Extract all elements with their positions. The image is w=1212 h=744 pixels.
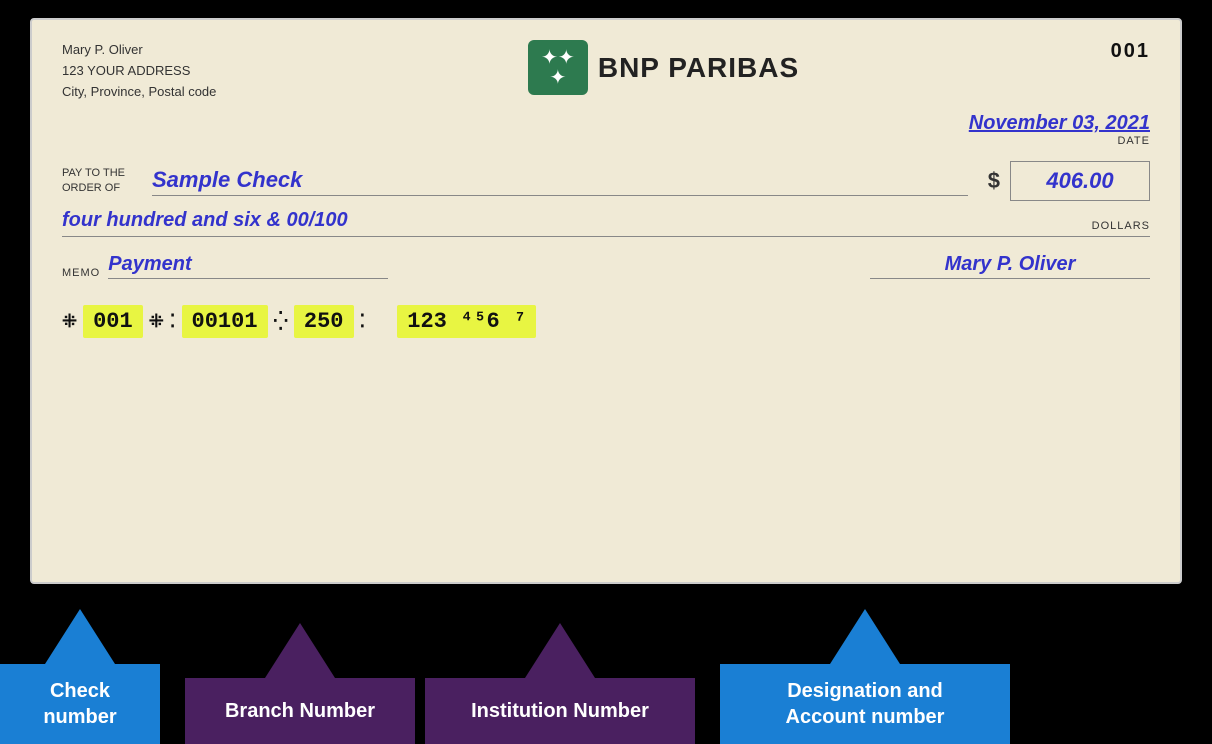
micr-branch: 00101: [182, 305, 268, 338]
amount-words: four hundred and six & 00/100: [62, 209, 348, 232]
bank-logo: ✦✦✦ BNP PARIBAS: [528, 40, 799, 95]
check-number-label: Check number: [0, 664, 160, 744]
pay-to-row: PAY TO THEORDER OF Sample Check $ 406.00: [62, 161, 1150, 201]
bnp-logo-box: ✦✦✦: [528, 40, 588, 95]
check-address2: City, Province, Postal code: [62, 82, 216, 103]
bank-name: BNP PARIBAS: [598, 52, 799, 84]
check-name: Mary P. Oliver: [62, 40, 216, 61]
date-label: DATE: [62, 135, 1150, 147]
pay-to-label: PAY TO THEORDER OF: [62, 166, 142, 197]
micr-institution: 250: [294, 305, 354, 338]
memo-signature-row: MEMO Payment Mary P. Oliver: [62, 253, 1150, 279]
check-number-arrow-icon: [45, 609, 115, 664]
amount-numeric: 406.00: [1046, 168, 1113, 193]
signature-line: Mary P. Oliver: [870, 253, 1150, 279]
memo-left: MEMO Payment: [62, 253, 388, 279]
check-paper: Mary P. Oliver 123 YOUR ADDRESS City, Pr…: [30, 18, 1182, 584]
bnp-stars-icon: ✦✦✦: [541, 48, 575, 88]
memo-line: Payment: [108, 253, 388, 279]
designation-account-column: Designation and Account number: [720, 584, 1010, 744]
micr-start-symbol: ⁜: [62, 311, 77, 333]
dollars-label: DOLLARS: [1092, 220, 1150, 232]
institution-number-column: Institution Number: [425, 584, 695, 744]
designation-account-arrow-icon: [830, 609, 900, 664]
institution-number-label: Institution Number: [425, 678, 695, 744]
payee-name: Sample Check: [152, 167, 302, 192]
date-value: November 03, 2021: [62, 112, 1150, 135]
designation-account-label: Designation and Account number: [720, 664, 1010, 744]
institution-number-arrow-icon: [525, 623, 595, 678]
memo-value: Payment: [108, 253, 191, 275]
check-address1: 123 YOUR ADDRESS: [62, 61, 216, 82]
amount-words-row: four hundred and six & 00/100 DOLLARS: [62, 209, 1150, 237]
check-number-display: 001: [1111, 40, 1150, 63]
branch-number-label: Branch Number: [185, 678, 415, 744]
date-section: November 03, 2021 DATE: [62, 112, 1150, 147]
micr-sep1: ⁜: [149, 311, 164, 333]
amount-box: 406.00: [1010, 161, 1150, 201]
memo-label: MEMO: [62, 267, 100, 279]
branch-number-arrow-icon: [265, 623, 335, 678]
micr-row: ⁜ 001 ⁜ ⁚ 00101 ⁛ 250 ⁚ 123 ⁴⁵6 ⁷: [62, 299, 1150, 344]
payee-line: Sample Check: [152, 167, 968, 196]
bottom-labels-section: Check number Branch Number Institution N…: [0, 584, 1212, 744]
branch-number-column: Branch Number: [185, 584, 415, 744]
check-top-row: Mary P. Oliver 123 YOUR ADDRESS City, Pr…: [62, 40, 1150, 102]
micr-sep2: ⁚: [170, 311, 176, 333]
check-name-address: Mary P. Oliver 123 YOUR ADDRESS City, Pr…: [62, 40, 216, 102]
micr-check-number: 001: [83, 305, 143, 338]
micr-account: 123 ⁴⁵6 ⁷: [397, 305, 536, 338]
micr-sep3: ⁛: [274, 311, 288, 333]
micr-sep4: ⁚: [360, 311, 366, 333]
check-number-column: Check number: [0, 584, 160, 744]
dollar-sign: $: [988, 168, 1000, 194]
signature-value: Mary P. Oliver: [945, 253, 1076, 275]
